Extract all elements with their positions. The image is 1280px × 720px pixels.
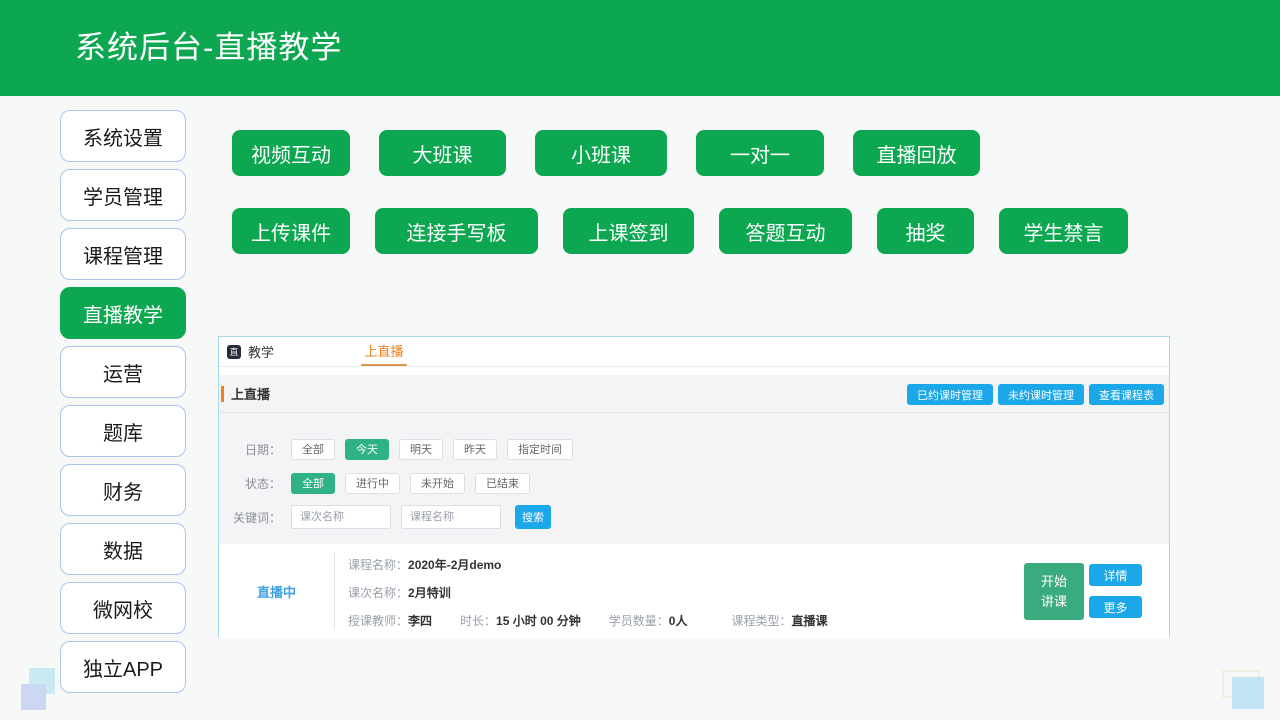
status-chip-all[interactable]: 全部 (291, 473, 335, 494)
filter-area: 日期： 全部 今天 明天 昨天 指定时间 状态： 全部 进行中 未开始 已结束 (219, 413, 1169, 529)
feature-small-class[interactable]: 小班课 (535, 130, 667, 176)
course-type-meta: 课程类型： 直播课 (731, 612, 827, 629)
sidebar-item-live-teaching[interactable]: 直播教学 (60, 287, 186, 339)
feature-upload-courseware[interactable]: 上传课件 (232, 208, 350, 254)
students-value: 0人 (669, 612, 688, 629)
course-row: 直播中 课程名称： 2020年-2月demo 课次名称： 2月特训 授课教师： … (219, 544, 1169, 638)
more-button[interactable]: 更多 (1089, 596, 1142, 618)
page-header: 系统后台-直播教学 (0, 0, 1280, 96)
date-filter-chips: 全部 今天 明天 昨天 指定时间 (281, 439, 573, 460)
feature-one-on-one[interactable]: 一对一 (696, 130, 824, 176)
course-name-line: 课程名称： 2020年-2月demo (348, 556, 989, 573)
feature-lucky-draw[interactable]: 抽奖 (877, 208, 974, 254)
status-chip-ongoing[interactable]: 进行中 (345, 473, 400, 494)
status-filter-label: 状态： (219, 475, 281, 492)
sidebar-item-finance[interactable]: 财务 (60, 464, 186, 516)
panel-tabbar: 直 教学 上直播 (219, 337, 1169, 367)
live-admin-panel: 直 教学 上直播 上直播 已约课时管理 未约课时管理 查看课程表 日期： 全部 … (218, 336, 1170, 637)
panel-body: 上直播 已约课时管理 未约课时管理 查看课程表 日期： 全部 今天 明天 昨天 … (219, 375, 1169, 544)
section-actions: 已约课时管理 未约课时管理 查看课程表 (907, 384, 1164, 405)
feature-row-2: 上传课件 连接手写板 上课签到 答题互动 抽奖 学生禁言 (232, 208, 1128, 254)
sidebar-item-system-settings[interactable]: 系统设置 (60, 110, 186, 162)
sidebar-item-course-management[interactable]: 课程管理 (60, 228, 186, 280)
date-chip-tomorrow[interactable]: 明天 (399, 439, 443, 460)
course-meta-line: 授课教师： 李四 时长： 15 小时 00 分钟 学员数量： 0人 课程类型： … (348, 612, 989, 629)
live-status-badge: 直播中 (219, 544, 334, 638)
sidebar-item-data[interactable]: 数据 (60, 523, 186, 575)
lesson-name-line: 课次名称： 2月特训 (348, 584, 989, 601)
tab-go-live[interactable]: 上直播 (359, 337, 409, 367)
feature-class-checkin[interactable]: 上课签到 (563, 208, 694, 254)
teaching-app-label: 教学 (248, 342, 274, 361)
feature-student-mute[interactable]: 学生禁言 (999, 208, 1128, 254)
detail-button[interactable]: 详情 (1089, 564, 1142, 586)
section-header: 上直播 已约课时管理 未约课时管理 查看课程表 (219, 375, 1169, 413)
status-filter-row: 状态： 全部 进行中 未开始 已结束 (219, 471, 1169, 495)
unbooked-hours-button[interactable]: 未约课时管理 (998, 384, 1084, 405)
feature-large-class[interactable]: 大班课 (379, 130, 506, 176)
course-name-label: 课程名称： (348, 556, 408, 573)
start-teaching-button[interactable]: 开始 讲课 (1024, 563, 1084, 620)
lesson-name-label: 课次名称： (348, 584, 408, 601)
decor-square-lavender-left (21, 684, 46, 710)
view-timetable-button[interactable]: 查看课程表 (1089, 384, 1164, 405)
duration-meta: 时长： 15 小时 00 分钟 (460, 612, 581, 629)
search-button[interactable]: 搜索 (515, 505, 551, 529)
course-details: 课程名称： 2020年-2月demo 课次名称： 2月特训 授课教师： 李四 时… (334, 552, 989, 630)
feature-quiz-interaction[interactable]: 答题互动 (719, 208, 852, 254)
feature-connect-tablet[interactable]: 连接手写板 (375, 208, 538, 254)
students-label: 学员数量： (609, 612, 669, 629)
feature-live-replay[interactable]: 直播回放 (853, 130, 980, 176)
date-chip-all[interactable]: 全部 (291, 439, 335, 460)
teaching-app-icon: 直 (227, 345, 241, 359)
course-type-value: 直播课 (791, 612, 827, 629)
course-name-value: 2020年-2月demo (408, 556, 501, 573)
lesson-name-input[interactable] (291, 505, 391, 529)
status-chip-ended[interactable]: 已结束 (475, 473, 530, 494)
page-title: 系统后台-直播教学 (75, 0, 342, 96)
status-filter-chips: 全部 进行中 未开始 已结束 (281, 473, 530, 494)
section-accent-bar (221, 386, 224, 402)
date-chip-custom[interactable]: 指定时间 (507, 439, 573, 460)
date-chip-today[interactable]: 今天 (345, 439, 389, 460)
keyword-filter-row: 关键词： 搜索 (219, 505, 1169, 529)
teacher-value: 李四 (408, 612, 432, 629)
date-chip-yesterday[interactable]: 昨天 (453, 439, 497, 460)
course-type-label: 课程类型： (731, 612, 791, 629)
feature-video-interaction[interactable]: 视频互动 (232, 130, 350, 176)
sidebar-item-micro-school[interactable]: 微网校 (60, 582, 186, 634)
section-title: 上直播 (231, 384, 270, 403)
course-name-input[interactable] (401, 505, 501, 529)
sidebar-item-student-management[interactable]: 学员管理 (60, 169, 186, 221)
status-chip-not-started[interactable]: 未开始 (410, 473, 465, 494)
date-filter-label: 日期： (219, 441, 281, 458)
decor-square-cyan-right (1232, 677, 1264, 709)
start-teaching-line1: 开始 (1041, 574, 1067, 589)
duration-value: 15 小时 00 分钟 (496, 612, 581, 629)
students-meta: 学员数量： 0人 (609, 612, 688, 629)
sidebar-item-standalone-app[interactable]: 独立APP (60, 641, 186, 693)
sidebar-item-operations[interactable]: 运营 (60, 346, 186, 398)
lesson-name-value: 2月特训 (408, 584, 451, 601)
teacher-meta: 授课教师： 李四 (348, 612, 432, 629)
teacher-label: 授课教师： (348, 612, 408, 629)
duration-label: 时长： (460, 612, 496, 629)
sidebar: 系统设置 学员管理 课程管理 直播教学 运营 题库 财务 数据 微网校 独立AP… (60, 110, 186, 700)
start-teaching-line2: 讲课 (1041, 594, 1067, 609)
booked-hours-button[interactable]: 已约课时管理 (907, 384, 993, 405)
keyword-filter-label: 关键词： (219, 509, 281, 526)
date-filter-row: 日期： 全部 今天 明天 昨天 指定时间 (219, 437, 1169, 461)
sidebar-item-question-bank[interactable]: 题库 (60, 405, 186, 457)
feature-row-1: 视频互动 大班课 小班课 一对一 直播回放 (232, 130, 980, 176)
